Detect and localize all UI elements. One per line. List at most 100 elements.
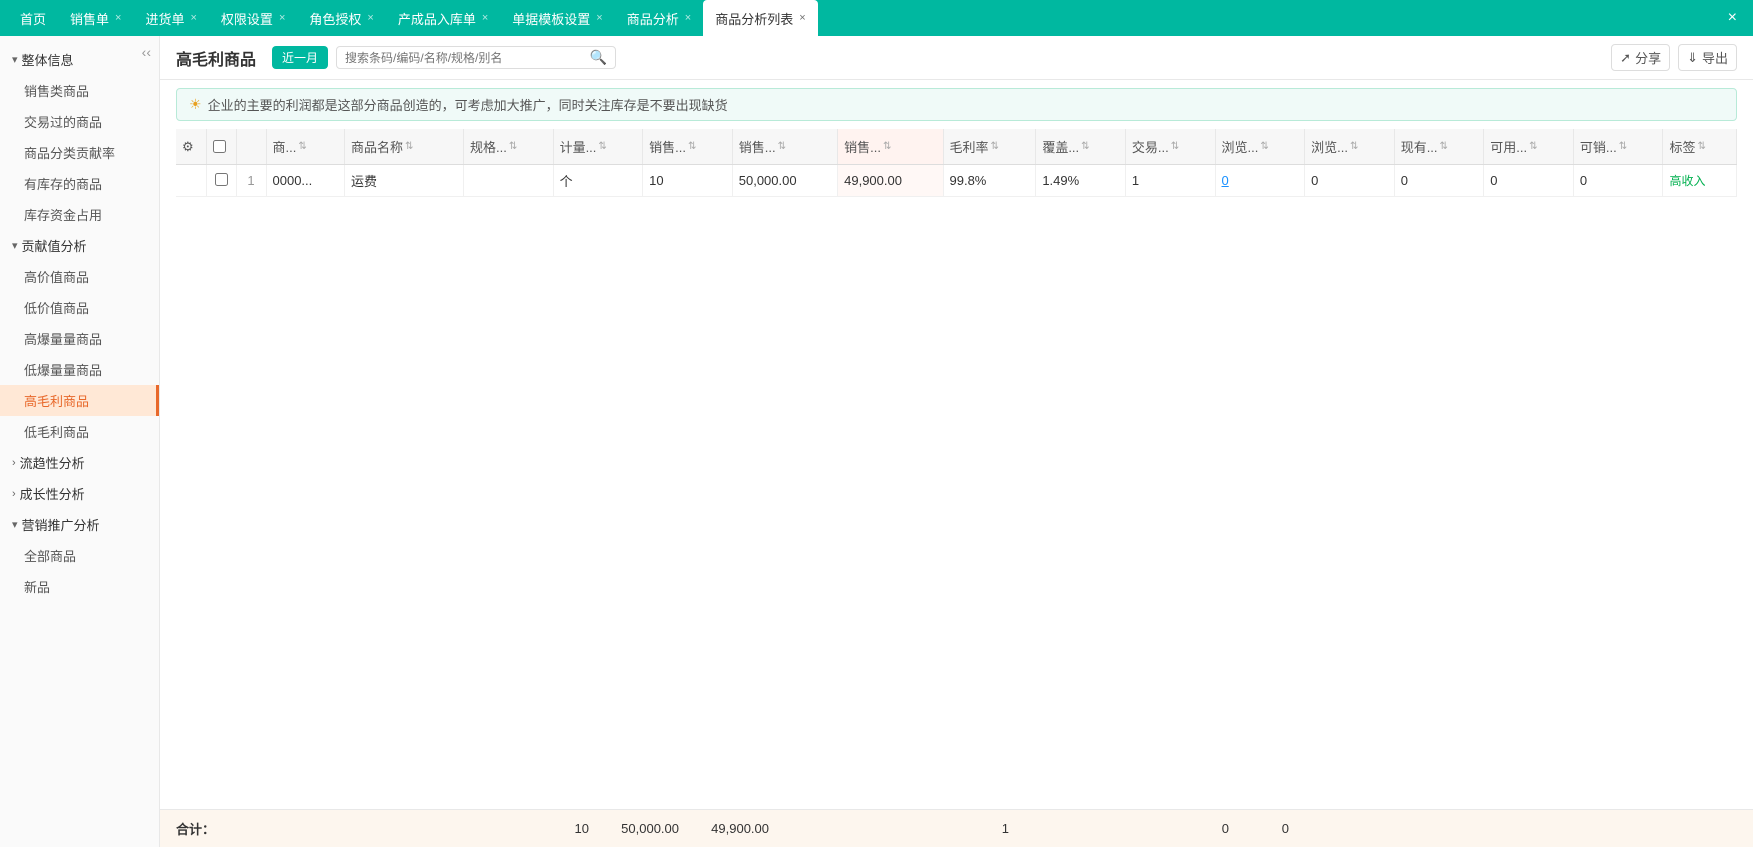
col-spec[interactable]: 规格...⇅ <box>463 129 553 165</box>
footer-cells: 10 50,000.00 49,900.00 1 0 0 <box>255 821 1737 836</box>
sidebar-group-overall-info[interactable]: ▾ 整体信息 <box>0 44 159 75</box>
col-settings[interactable]: ⚙ <box>176 129 206 165</box>
sort-icon-unit: ⇅ <box>598 141 606 152</box>
col-browse2[interactable]: 浏览...⇅ <box>1305 129 1395 165</box>
sidebar-group-trend-analysis[interactable]: › 流趋性分析 <box>0 447 159 478</box>
sidebar-group-marketing-analysis[interactable]: ▾ 营销推广分析 <box>0 509 159 540</box>
col-code[interactable]: 商...⇅ <box>266 129 344 165</box>
arrow-icon-wealth: ▾ <box>12 239 18 252</box>
footer-spacer1 <box>775 821 935 836</box>
sidebar-item-low-freq[interactable]: 低爆量量商品 <box>0 354 159 385</box>
close-tab-role-permission[interactable]: × <box>367 12 373 24</box>
cell-browse1[interactable]: 0 <box>1215 165 1305 197</box>
sidebar-item-low-value[interactable]: 低价值商品 <box>0 292 159 323</box>
row-checkbox[interactable] <box>215 173 228 186</box>
cell-tag: 高收入 <box>1663 165 1737 197</box>
tab-product-analysis-list[interactable]: 商品分析列表 × <box>703 0 817 36</box>
sidebar-item-traded-goods[interactable]: 交易过的商品 <box>0 106 159 137</box>
col-unit[interactable]: 计量...⇅ <box>553 129 643 165</box>
close-tab-order-template[interactable]: × <box>596 12 602 24</box>
sort-icon-name: ⇅ <box>405 141 413 152</box>
sort-icon-current-stock: ⇅ <box>1440 141 1448 152</box>
col-sellable-stock[interactable]: 可销...⇅ <box>1573 129 1663 165</box>
close-tab-product-analysis[interactable]: × <box>685 12 691 24</box>
sidebar-item-high-margin[interactable]: 高毛利商品 <box>0 385 159 416</box>
sidebar-item-stock-capital[interactable]: 库存资金占用 <box>0 199 159 230</box>
search-box: 🔍 <box>336 46 616 69</box>
cell-checkbox[interactable] <box>206 165 236 197</box>
page-title: 高毛利商品 <box>176 46 256 70</box>
tab-role-permission[interactable]: 角色授权 × <box>297 0 385 36</box>
sidebar-collapse-button[interactable]: ‹‹ <box>142 44 151 60</box>
content-area: 高毛利商品 近一月 🔍 ➚ 分享 ⇓ 导出 ☀ 企业的主要的利润都是这部分商品创… <box>160 36 1753 847</box>
col-checkbox[interactable] <box>206 129 236 165</box>
col-sales-qty[interactable]: 销售...⇅ <box>643 129 733 165</box>
footer-sales-qty-val: 10 <box>535 821 595 836</box>
share-icon: ➚ <box>1620 50 1631 66</box>
tab-product-entry[interactable]: 产成品入库单 × <box>386 0 500 36</box>
select-all-checkbox[interactable] <box>213 140 226 153</box>
col-row-num <box>236 129 266 165</box>
settings-icon: ⚙ <box>182 139 194 155</box>
sidebar-item-new-goods[interactable]: 新品 <box>0 571 159 602</box>
search-icon[interactable]: 🔍 <box>590 49 607 66</box>
tab-purchase-order[interactable]: 进货单 × <box>133 0 208 36</box>
tab-order-template[interactable]: 单据模板设置 × <box>500 0 614 36</box>
share-button[interactable]: ➚ 分享 <box>1611 44 1670 71</box>
cell-row-num: 1 <box>236 165 266 197</box>
sidebar-group-growth-analysis[interactable]: › 成长性分析 <box>0 478 159 509</box>
content-header: 高毛利商品 近一月 🔍 ➚ 分享 ⇓ 导出 <box>160 36 1753 80</box>
close-tab-product-analysis-list[interactable]: × <box>799 12 805 24</box>
footer-sales-cost-val: 49,900.00 <box>685 821 775 836</box>
col-current-stock[interactable]: 现有...⇅ <box>1394 129 1484 165</box>
close-all-button[interactable]: × <box>1720 9 1745 27</box>
col-available-stock[interactable]: 可用...⇅ <box>1484 129 1574 165</box>
filter-recent-month-button[interactable]: 近一月 <box>272 46 328 69</box>
sort-icon-sales-amount: ⇅ <box>778 141 786 152</box>
export-icon: ⇓ <box>1687 50 1698 66</box>
sort-icon-coverage: ⇅ <box>1081 141 1089 152</box>
close-tab-sales-order[interactable]: × <box>115 12 121 24</box>
close-tab-permission-settings[interactable]: × <box>279 12 285 24</box>
sidebar-item-all-goods[interactable]: 全部商品 <box>0 540 159 571</box>
export-button[interactable]: ⇓ 导出 <box>1678 44 1737 71</box>
cell-sellable-stock: 0 <box>1573 165 1663 197</box>
sort-icon-browse1: ⇅ <box>1260 141 1268 152</box>
main-layout: ‹‹ ▾ 整体信息 销售类商品 交易过的商品 商品分类贡献率 有库存的商品 库存… <box>0 36 1753 847</box>
sort-icon-sales-qty: ⇅ <box>688 141 696 152</box>
col-browse1[interactable]: 浏览...⇅ <box>1215 129 1305 165</box>
col-coverage[interactable]: 覆盖...⇅ <box>1036 129 1126 165</box>
sidebar-item-high-value[interactable]: 高价值商品 <box>0 261 159 292</box>
tab-permission-settings[interactable]: 权限设置 × <box>209 0 297 36</box>
sidebar-item-goods-contribution[interactable]: 商品分类贡献率 <box>0 137 159 168</box>
cell-browse2: 0 <box>1305 165 1395 197</box>
col-transaction[interactable]: 交易...⇅ <box>1125 129 1215 165</box>
sidebar-item-high-freq[interactable]: 高爆量量商品 <box>0 323 159 354</box>
col-sales-amount[interactable]: 销售...⇅ <box>732 129 837 165</box>
cell-settings <box>176 165 206 197</box>
cell-spec <box>463 165 553 197</box>
cell-gross-margin: 99.8% <box>943 165 1036 197</box>
footer-transaction-val: 1 <box>935 821 1015 836</box>
cell-sales-qty: 10 <box>643 165 733 197</box>
sidebar-item-stocked-goods[interactable]: 有库存的商品 <box>0 168 159 199</box>
footer-sales-amount-val: 50,000.00 <box>595 821 685 836</box>
search-input[interactable] <box>345 51 590 65</box>
info-banner: ☀ 企业的主要的利润都是这部分商品创造的，可考虑加大推广，同时关注库存是不要出现… <box>176 88 1737 121</box>
close-tab-purchase-order[interactable]: × <box>190 12 196 24</box>
col-name[interactable]: 商品名称⇅ <box>344 129 463 165</box>
col-sales-cost[interactable]: 销售...⇅ <box>838 129 943 165</box>
tab-sales-order[interactable]: 销售单 × <box>58 0 133 36</box>
col-gross-margin[interactable]: 毛利率⇅ <box>943 129 1036 165</box>
sidebar-item-sales-goods[interactable]: 销售类商品 <box>0 75 159 106</box>
tab-home[interactable]: 首页 <box>8 0 58 36</box>
cell-sales-amount: 50,000.00 <box>732 165 837 197</box>
tab-product-analysis[interactable]: 商品分析 × <box>615 0 703 36</box>
sidebar-group-wealth-analysis[interactable]: ▾ 贡献值分析 <box>0 230 159 261</box>
col-tag[interactable]: 标签⇅ <box>1663 129 1737 165</box>
footer-available-stock-val: 0 <box>1175 821 1235 836</box>
cell-available-stock: 0 <box>1484 165 1574 197</box>
close-tab-product-entry[interactable]: × <box>482 12 488 24</box>
sidebar-item-low-margin[interactable]: 低毛利商品 <box>0 416 159 447</box>
sort-icon-code: ⇅ <box>298 141 306 152</box>
